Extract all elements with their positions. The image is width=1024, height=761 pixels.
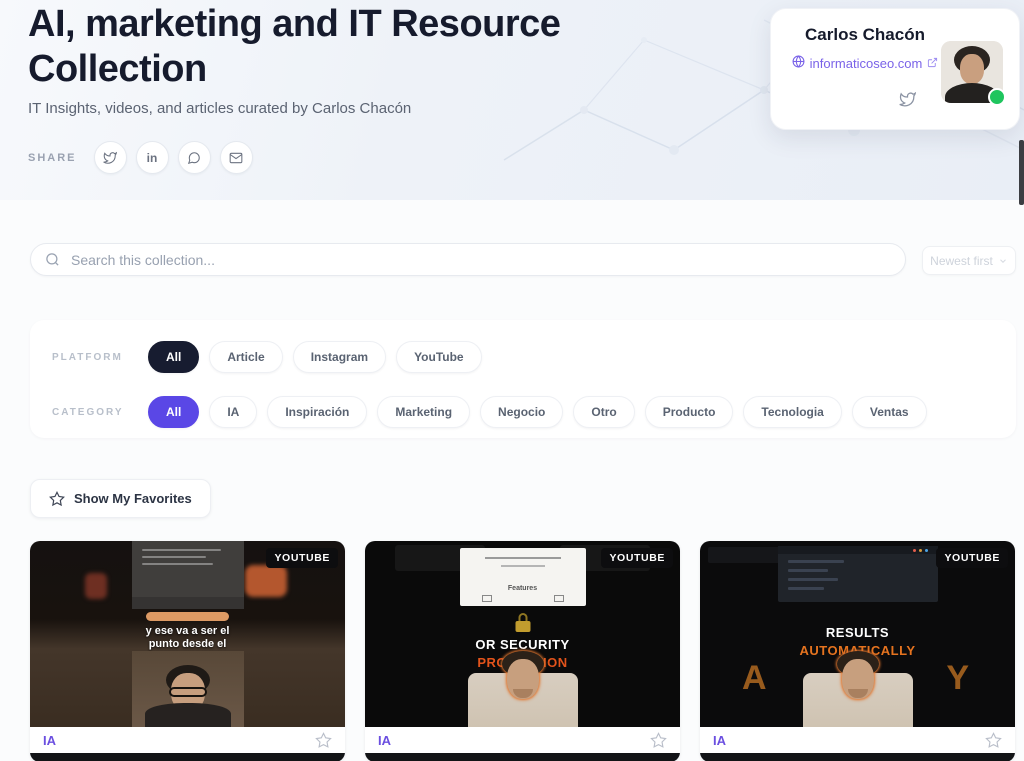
search-bar [30, 243, 906, 276]
category-label: CATEGORY [52, 406, 124, 418]
card-footer: IA [30, 727, 345, 753]
category-filter-row: CATEGORY All IA Inspiración Marketing Ne… [52, 396, 994, 428]
twitter-icon [899, 91, 917, 112]
platform-filter-row: PLATFORM All Article Instagram YouTube [52, 341, 994, 373]
chevron-down-icon [998, 256, 1008, 266]
sort-value: Newest first [930, 253, 993, 268]
star-icon [49, 490, 65, 507]
sort-dropdown[interactable]: Newest first [922, 246, 1016, 275]
search-input[interactable] [69, 250, 891, 269]
card-category-tag[interactable]: IA [713, 733, 726, 748]
platform-pill-instagram[interactable]: Instagram [292, 341, 387, 373]
category-pill-ventas[interactable]: Ventas [851, 396, 927, 428]
card-footer: IA [365, 727, 680, 753]
show-favorites-button[interactable]: Show My Favorites [30, 479, 211, 518]
resource-card[interactable]: Features OR SECURITY PROTECTION YOUTUBE [365, 541, 680, 761]
linkedin-icon: in [146, 150, 158, 165]
platform-badge: YOUTUBE [266, 548, 338, 568]
comment-icon [187, 151, 201, 165]
platform-badge: YOUTUBE [936, 548, 1008, 568]
share-linkedin-button[interactable]: in [135, 141, 169, 174]
globe-icon [792, 55, 805, 71]
platform-pill-all[interactable]: All [148, 341, 200, 373]
decorative-letter: Y [946, 659, 969, 697]
share-twitter-button[interactable] [93, 141, 127, 174]
favorite-star-button[interactable] [650, 731, 667, 749]
resource-card-grid: y ese va a ser el punto desde el YOUTUBE… [30, 541, 1015, 761]
filter-panel: PLATFORM All Article Instagram YouTube C… [30, 320, 1016, 438]
category-pill-otro[interactable]: Otro [573, 396, 635, 428]
category-pill-negocio[interactable]: Negocio [480, 396, 564, 428]
decorative-letter: A [742, 659, 767, 697]
page-subtitle: IT Insights, videos, and articles curate… [28, 100, 412, 117]
share-row: SHARE in [28, 141, 253, 174]
card-title-area-cutoff [30, 753, 345, 761]
external-link-icon [927, 56, 938, 71]
category-pill-all[interactable]: All [148, 396, 200, 428]
category-pill-tecnologia[interactable]: Tecnologia [743, 396, 842, 428]
category-pill-inspiracion[interactable]: Inspiración [267, 396, 368, 428]
platform-pill-article[interactable]: Article [209, 341, 283, 373]
platform-badge: YOUTUBE [601, 548, 673, 568]
platform-pill-youtube[interactable]: YouTube [396, 341, 482, 373]
screenshot-inset: Features [459, 548, 586, 606]
resource-card[interactable]: y ese va a ser el punto desde el YOUTUBE… [30, 541, 345, 761]
video-caption: y ese va a ser el punto desde el [145, 625, 230, 650]
video-caption-line: OR SECURITY [475, 637, 570, 652]
platform-label: PLATFORM [52, 351, 123, 363]
curator-profile-card: Carlos Chacón informaticoseo.com [770, 8, 1020, 130]
category-pill-ia[interactable]: IA [209, 396, 258, 428]
category-pill-marketing[interactable]: Marketing [377, 396, 471, 428]
orange-button-shape [146, 612, 229, 621]
video-thumbnail[interactable]: y ese va a ser el punto desde el YOUTUBE [30, 541, 345, 727]
video-caption-line: RESULTS [825, 625, 890, 640]
card-category-tag[interactable]: IA [43, 733, 56, 748]
curator-website-text: informaticoseo.com [809, 55, 923, 71]
phone-screen-capture: y ese va a ser el punto desde el [131, 541, 244, 727]
card-category-tag[interactable]: IA [378, 733, 391, 748]
page-title: AI, marketing and IT Resource Collection [28, 3, 561, 90]
online-status-dot [988, 88, 1006, 106]
presenter-illustration [131, 651, 244, 727]
page: AI, marketing and IT Resource Collection… [0, 0, 1024, 761]
video-thumbnail[interactable]: RESULTS AUTOMATICALLY A Y YOUTUBE [700, 541, 1015, 727]
mail-icon [229, 151, 243, 165]
card-title-area-cutoff [365, 753, 680, 761]
screenshot-label: Features [507, 585, 538, 592]
card-title-area-cutoff [700, 753, 1015, 761]
screenshot-inset [777, 546, 938, 602]
curator-twitter-link[interactable] [899, 91, 917, 113]
curator-name: Carlos Chacón [805, 25, 925, 44]
resource-card[interactable]: RESULTS AUTOMATICALLY A Y YOUTUBE IA [700, 541, 1015, 761]
curator-avatar [941, 41, 1006, 106]
search-icon [45, 252, 60, 267]
share-comment-button[interactable] [177, 141, 211, 174]
favorite-star-button[interactable] [315, 731, 332, 749]
presenter-illustration [802, 651, 913, 727]
favorite-star-button[interactable] [985, 731, 1002, 749]
twitter-icon [103, 151, 118, 165]
card-footer: IA [700, 727, 1015, 753]
category-pill-producto[interactable]: Producto [644, 396, 734, 428]
show-favorites-label: Show My Favorites [74, 491, 192, 506]
share-email-button[interactable] [219, 141, 253, 174]
scrollbar-thumb[interactable] [1019, 140, 1024, 205]
share-label: SHARE [28, 151, 77, 164]
curator-website-link[interactable]: informaticoseo.com [789, 55, 941, 71]
video-thumbnail[interactable]: Features OR SECURITY PROTECTION YOUTUBE [365, 541, 680, 727]
presenter-illustration [467, 651, 578, 727]
